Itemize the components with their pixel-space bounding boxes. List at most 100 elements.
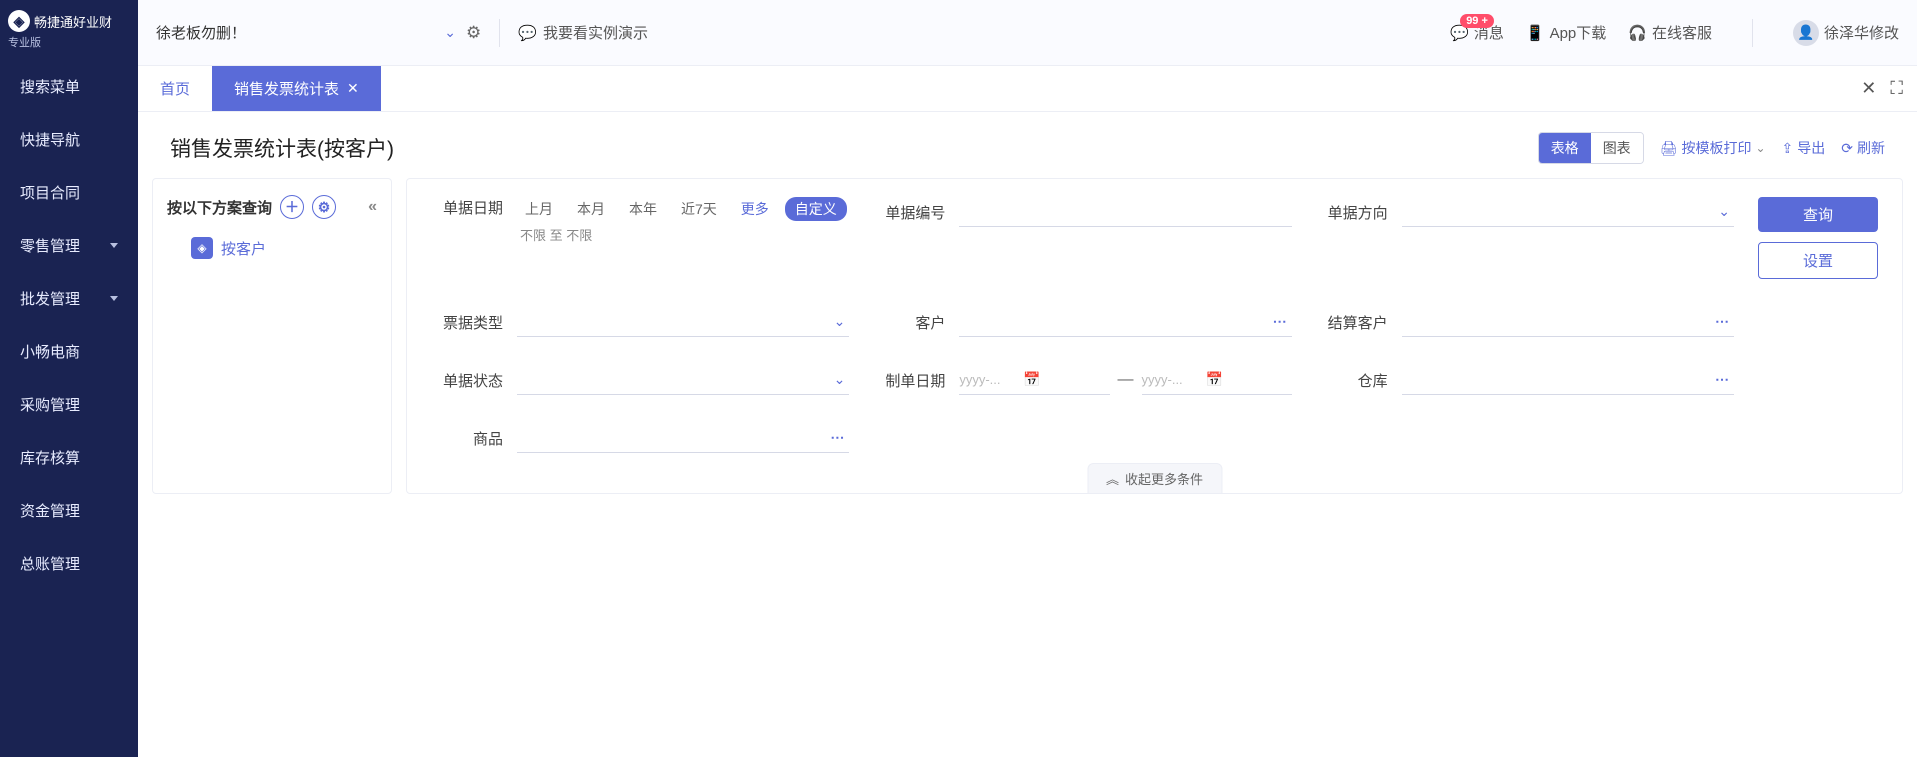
settings-icon[interactable]: ⚙ (466, 23, 481, 43)
select-invoice-type[interactable]: ⌄ (517, 307, 849, 337)
label-product: 商品 (431, 428, 503, 449)
chevron-down-icon: ⌄ (834, 313, 846, 330)
page-title: 销售发票统计表(按客户) (170, 133, 394, 163)
chevron-up-icon: ︽ (1106, 469, 1119, 488)
divider (499, 19, 500, 47)
nav-inventory[interactable]: 库存核算 (0, 431, 138, 484)
scheme-settings-button[interactable]: ⚙ (312, 195, 336, 219)
close-icon[interactable]: ✕ (347, 80, 359, 97)
brand-block: ◈ 畅捷通好业财 专业版 (0, 0, 138, 60)
seg-custom[interactable]: 自定义 (785, 197, 847, 221)
label-customer: 客户 (873, 312, 945, 333)
label-invoice-type: 票据类型 (431, 312, 503, 333)
input-doc-no[interactable] (959, 197, 1291, 227)
more-icon: ⋯ (830, 429, 845, 446)
print-icon: 🖨 (1660, 140, 1678, 157)
seg-last-month[interactable]: 上月 (517, 197, 561, 221)
calendar-icon: 📅 (1206, 371, 1223, 388)
scheme-panel: 按以下方案查询 ＋ ⚙ « ◈ 按客户 (152, 178, 392, 494)
more-icon: ⋯ (1715, 371, 1730, 388)
label-doc-no: 单据编号 (873, 202, 945, 223)
chevron-down-icon: ⌄ (1755, 141, 1765, 155)
close-all-icon[interactable]: ✕ (1861, 78, 1876, 99)
picker-customer[interactable]: ⋯ (959, 307, 1291, 337)
date-quick-segments: 上月 本月 本年 近7天 更多 自定义 (517, 197, 847, 221)
picker-warehouse[interactable]: ⋯ (1402, 365, 1734, 395)
label-doc-dir: 单据方向 (1316, 202, 1388, 223)
more-icon: ⋯ (1715, 313, 1730, 330)
label-doc-status: 单据状态 (431, 370, 503, 391)
label-warehouse: 仓库 (1316, 370, 1388, 391)
nav-ledger[interactable]: 总账管理 (0, 537, 138, 590)
seg-more[interactable]: 更多 (733, 197, 777, 221)
main-area: 徐老板勿删！ ⌄ ⚙ 💬 我要看实例演示 99 + 💬 消息 📱 App下载 (138, 0, 1917, 757)
nav-purchase[interactable]: 采购管理 (0, 378, 138, 431)
settings-button[interactable]: 设置 (1758, 242, 1878, 279)
org-name: 徐老板勿删！ (156, 22, 246, 43)
cube-icon: ◈ (191, 237, 213, 259)
query-button[interactable]: 查询 (1758, 197, 1878, 232)
page-toolbar: 表格 图表 🖨 按模板打印 ⌄ ⇪ 导出 ⟳ 刷新 (1538, 132, 1885, 164)
label-create-date: 制单日期 (873, 370, 945, 391)
brand-edition: 专业版 (8, 34, 130, 50)
page-header: 销售发票统计表(按客户) 表格 图表 🖨 按模板打印 ⌄ ⇪ 导出 ⟳ 刷新 (138, 112, 1917, 178)
scheme-item-by-customer[interactable]: ◈ 按客户 (167, 219, 377, 259)
date-range-display: 不限 至 不限 (517, 225, 847, 244)
export-button[interactable]: ⇪ 导出 (1782, 138, 1826, 158)
label-settle-customer: 结算客户 (1316, 312, 1388, 333)
print-button[interactable]: 🖨 按模板打印 ⌄ (1660, 138, 1766, 158)
user-menu[interactable]: 👤 徐泽华修改 (1793, 20, 1899, 46)
headset-icon: 🎧 (1628, 24, 1647, 42)
picker-settle-customer[interactable]: ⋯ (1402, 307, 1734, 337)
label-doc-date: 单据日期 (431, 197, 503, 218)
more-icon: ⋯ (1273, 313, 1288, 330)
chevron-down-icon: ⌄ (834, 371, 846, 388)
tab-sales-invoice-report[interactable]: 销售发票统计表 ✕ (212, 66, 381, 111)
seg-this-year[interactable]: 本年 (621, 197, 665, 221)
app-download-link[interactable]: 📱 App下载 (1526, 22, 1606, 43)
tab-home[interactable]: 首页 (138, 66, 212, 111)
brand-name: 畅捷通好业财 (34, 12, 112, 31)
nav-project-contract[interactable]: 项目合同 (0, 166, 138, 219)
nav-ecommerce[interactable]: 小畅电商 (0, 325, 138, 378)
nav-search-menu[interactable]: 搜索菜单 (0, 60, 138, 113)
collapse-left-icon[interactable]: « (368, 198, 377, 216)
nav-retail[interactable]: 零售管理 (0, 219, 138, 272)
org-selector[interactable]: 徐老板勿删！ ⌄ (156, 22, 456, 43)
seg-this-month[interactable]: 本月 (569, 197, 613, 221)
seg-last-7[interactable]: 近7天 (673, 197, 725, 221)
nav-funds[interactable]: 资金管理 (0, 484, 138, 537)
view-chart-button[interactable]: 图表 (1591, 133, 1643, 163)
phone-icon: 📱 (1526, 24, 1545, 42)
view-table-button[interactable]: 表格 (1539, 133, 1591, 163)
sidebar: ◈ 畅捷通好业财 专业版 搜索菜单 快捷导航 项目合同 零售管理 批发管理 小畅… (0, 0, 138, 757)
refresh-button[interactable]: ⟳ 刷新 (1841, 138, 1885, 158)
fullscreen-icon[interactable]: ⛶ (1890, 78, 1903, 99)
collapse-filters-button[interactable]: ︽ 收起更多条件 (1087, 463, 1222, 493)
messages-link[interactable]: 99 + 💬 消息 (1450, 22, 1504, 43)
support-link[interactable]: 🎧 在线客服 (1628, 22, 1712, 43)
chevron-down-icon (110, 296, 118, 301)
add-scheme-button[interactable]: ＋ (280, 195, 304, 219)
date-to-input[interactable]: yyyy-... 📅 (1142, 365, 1292, 395)
result-area (152, 508, 1903, 708)
divider (1752, 19, 1753, 47)
scheme-panel-title: 按以下方案查询 (167, 197, 272, 218)
picker-product[interactable]: ⋯ (517, 423, 849, 453)
chevron-down-icon (110, 243, 118, 248)
nav-quick[interactable]: 快捷导航 (0, 113, 138, 166)
messages-badge: 99 + (1460, 14, 1494, 28)
select-doc-dir[interactable]: ⌄ (1402, 197, 1734, 227)
chevron-down-icon: ⌄ (444, 24, 456, 41)
view-toggle: 表格 图表 (1538, 132, 1644, 164)
date-from-input[interactable]: yyyy-... 📅 (959, 365, 1109, 395)
tab-bar: 首页 销售发票统计表 ✕ ✕ ⛶ (138, 66, 1917, 112)
select-doc-status[interactable]: ⌄ (517, 365, 849, 395)
refresh-icon: ⟳ (1841, 140, 1853, 157)
chat-icon: 💬 (518, 24, 537, 42)
nav-wholesale[interactable]: 批发管理 (0, 272, 138, 325)
avatar-icon: 👤 (1793, 20, 1819, 46)
calendar-icon: 📅 (1023, 371, 1040, 388)
range-dash: — (1118, 371, 1134, 389)
demo-link[interactable]: 💬 我要看实例演示 (518, 22, 648, 43)
